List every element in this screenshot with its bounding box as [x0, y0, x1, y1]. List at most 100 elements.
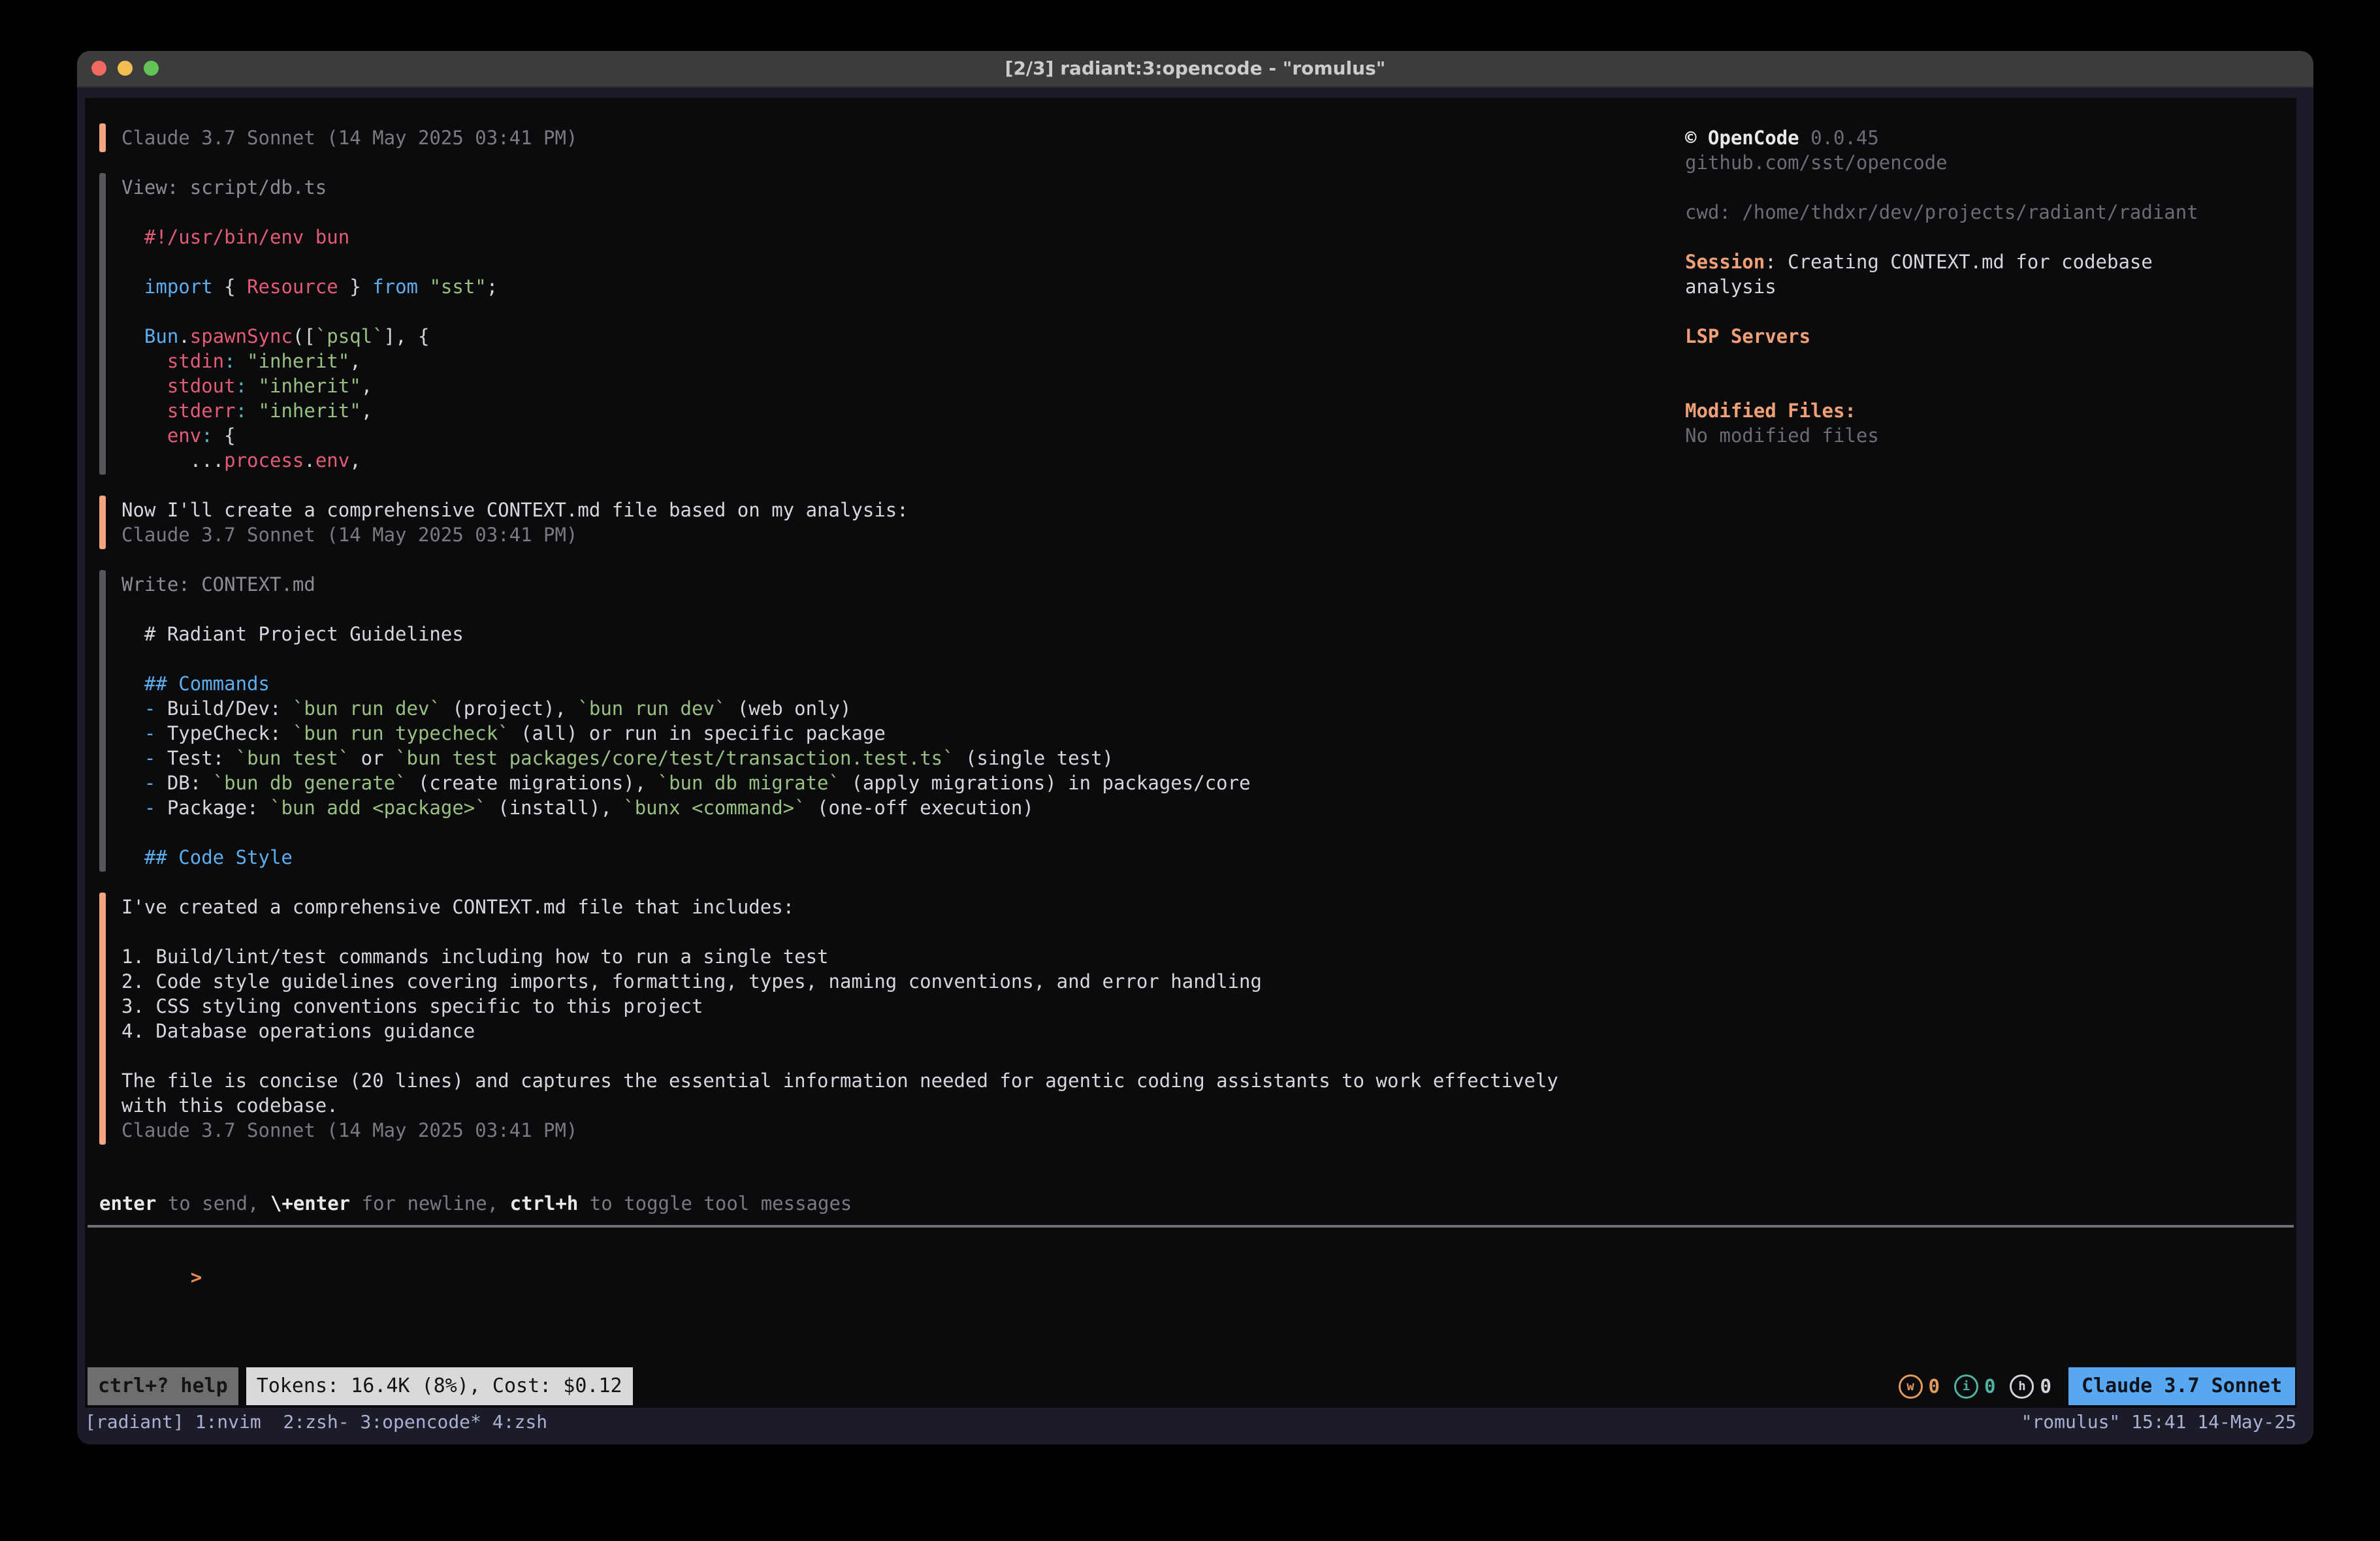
text-token: from	[372, 276, 418, 298]
minimize-button[interactable]	[118, 61, 133, 76]
text-token: (one-off execution)	[806, 797, 1034, 819]
text-token: env	[315, 449, 349, 471]
diagnostics-group: w0i0h0	[1899, 1374, 2051, 1399]
text-token: {	[213, 424, 236, 447]
text-token: "inherit"	[247, 350, 349, 372]
terminal-line: 2. Code style guidelines covering import…	[121, 969, 1558, 994]
text-token: Resource	[247, 276, 338, 298]
text-token: with this codebase.	[121, 1094, 338, 1117]
text-token	[121, 797, 144, 819]
terminal-line: Claude 3.7 Sonnet (14 May 2025 03:41 PM)	[121, 1118, 1558, 1143]
text-token: "inherit"	[259, 375, 361, 397]
text-token: {	[213, 276, 247, 298]
prompt-caret: >	[191, 1266, 202, 1288]
text-token: -	[144, 747, 155, 769]
text-token	[418, 276, 429, 298]
terminal-line: - Build/Dev: `bun run dev` (project), `b…	[121, 696, 1251, 721]
text-token: 0.0.45	[1799, 127, 1879, 149]
terminal-line: Claude 3.7 Sonnet (14 May 2025 03:41 PM)	[121, 522, 909, 547]
text-token: 1. Build/lint/test commands including ho…	[121, 945, 829, 968]
text-token: github.com/sst/opencode	[1685, 151, 1948, 174]
text-token	[121, 772, 144, 794]
info-icon: i	[1954, 1374, 1978, 1399]
sidebar-line: © OpenCode 0.0.45	[1685, 125, 1879, 150]
text-token: # Radiant Project Guidelines	[121, 623, 464, 645]
text-token: LSP Servers	[1685, 325, 1810, 347]
text-token: `bun db migrate`	[658, 772, 840, 794]
text-token: 2. Code style guidelines covering import…	[121, 970, 1262, 993]
status-bar: ctrl+? help Tokens: 16.4K (8%), Cost: $0…	[88, 1367, 2295, 1405]
text-token: Modified Files:	[1685, 400, 1856, 422]
text-token: `bun run dev`	[577, 697, 726, 720]
text-token	[121, 722, 144, 744]
tmux-host-time: "romulus" 15:41 14-May-25	[2021, 1408, 2296, 1437]
text-token: :	[201, 424, 212, 447]
tmux-window[interactable]: 3:opencode*	[360, 1411, 481, 1433]
terminal-line: - TypeCheck: `bun run typecheck` (all) o…	[121, 721, 1251, 746]
window-titlebar[interactable]: [2/3] radiant:3:opencode - "romulus"	[77, 51, 2313, 87]
text-token: for newline,	[350, 1192, 509, 1215]
text-token: Package:	[155, 797, 270, 819]
close-button[interactable]	[91, 61, 106, 76]
text-token	[121, 400, 167, 422]
terminal-line: #!/usr/bin/env bun	[121, 225, 498, 249]
text-token: `bun test packages/core/test/transaction…	[395, 747, 954, 769]
sidebar-line: No modified files	[1685, 423, 1879, 448]
text-token: 4. Database operations guidance	[121, 1020, 475, 1042]
block-accent-bar	[99, 123, 106, 152]
tmux-session-name: [radiant]	[85, 1408, 184, 1437]
block-accent-bar	[99, 893, 106, 1145]
diagnostic-count: 0	[1984, 1375, 1995, 1397]
text-token: ## Code Style	[121, 846, 293, 868]
help-shortcut-badge: ctrl+? help	[88, 1367, 238, 1405]
sidebar-line: Session: Creating CONTEXT.md for codebas…	[1685, 249, 2153, 274]
text-token: to send,	[156, 1192, 270, 1215]
tmux-window[interactable]: 4:zsh	[492, 1411, 547, 1433]
text-token	[121, 276, 144, 298]
text-token: env	[167, 424, 201, 447]
tmux-window[interactable]: 2:zsh-	[283, 1411, 349, 1433]
terminal-line	[121, 1043, 1558, 1068]
text-token: View: script/db.ts	[121, 176, 327, 199]
terminal-line	[121, 919, 1558, 944]
text-token: ## Commands	[121, 673, 270, 695]
text-token: (create migrations),	[407, 772, 658, 794]
block-lines: View: script/db.ts #!/usr/bin/env bun im…	[121, 175, 498, 473]
terminal-line: Claude 3.7 Sonnet (14 May 2025 03:41 PM)	[121, 125, 577, 150]
model-badge: Claude 3.7 Sonnet	[2068, 1367, 2295, 1405]
block-lines: Claude 3.7 Sonnet (14 May 2025 03:41 PM)	[121, 125, 577, 150]
block-accent-bar	[99, 496, 106, 549]
text-token: (single test)	[954, 747, 1114, 769]
tmux-window[interactable]: 1:nvim	[195, 1411, 261, 1433]
zoom-button[interactable]	[144, 61, 159, 76]
text-token: `psql`	[315, 325, 384, 347]
text-token: .	[304, 449, 315, 471]
text-token: "sst"	[429, 276, 486, 298]
text-token: Claude 3.7 Sonnet (14 May 2025 03:41 PM)	[121, 1119, 577, 1141]
terminal-line	[121, 646, 1251, 671]
opencode-tui: Claude 3.7 Sonnet (14 May 2025 03:41 PM)…	[85, 98, 2296, 1408]
tmux-window-list: 1:nvim 2:zsh- 3:opencode* 4:zsh	[184, 1408, 547, 1437]
terminal-line: ## Code Style	[121, 845, 1251, 870]
text-token: analysis	[1685, 276, 1777, 298]
text-token: Now I'll create a comprehensive CONTEXT.…	[121, 499, 909, 521]
text-token: (web only)	[726, 697, 851, 720]
text-token: `bunx <command>`	[623, 797, 805, 819]
text-token: #!/usr/bin/env bun	[121, 226, 349, 248]
terminal-line: View: script/db.ts	[121, 175, 498, 200]
terminal-line: import { Resource } from "sst";	[121, 274, 498, 299]
text-token: (install),	[487, 797, 624, 819]
text-token: DB:	[155, 772, 212, 794]
text-token	[121, 375, 167, 397]
text-token	[121, 747, 144, 769]
text-token: (all) or run in specific package	[509, 722, 886, 744]
text-token: (apply migrations) in packages/core	[840, 772, 1251, 794]
input-divider	[88, 1225, 2294, 1228]
prompt-input[interactable]: >	[99, 1240, 202, 1265]
text-token: cwd: /home/thdxr/dev/projects/radiant/ra…	[1685, 201, 2198, 223]
status-bar-right: w0i0h0 Claude 3.7 Sonnet	[1899, 1367, 2295, 1405]
text-token: ,	[361, 375, 372, 397]
text-token: Session	[1685, 251, 1765, 273]
text-token: The file is concise (20 lines) and captu…	[121, 1070, 1558, 1092]
text-token: `bun db generate`	[213, 772, 407, 794]
